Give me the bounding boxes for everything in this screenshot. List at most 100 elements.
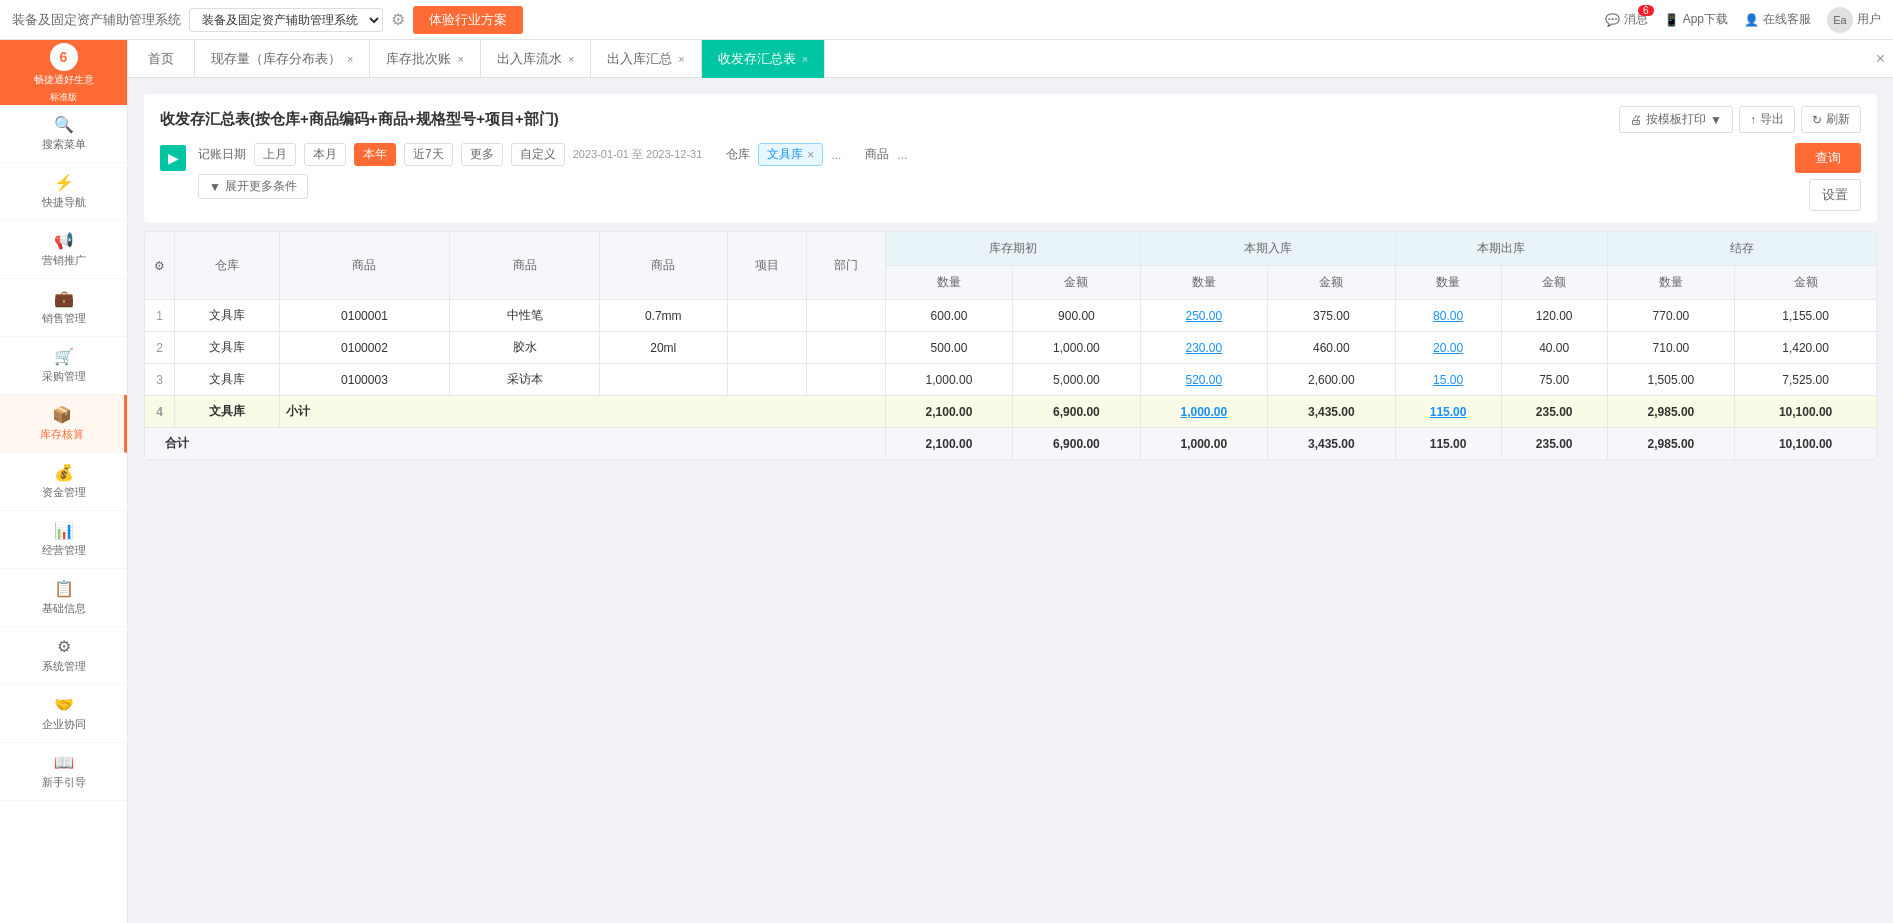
sidebar-item-quicknav[interactable]: ⚡ 快捷导航 [0, 163, 127, 221]
sidebar-item-system[interactable]: ⚙ 系统管理 [0, 627, 127, 685]
message-icon-item[interactable]: 💬 消息 6 [1605, 11, 1648, 28]
chart-icon: 📊 [54, 521, 74, 540]
sidebar-item-search[interactable]: 🔍 搜索菜单 [0, 105, 127, 163]
row-out-amt: 40.00 [1501, 332, 1607, 364]
tab-close-icon[interactable]: × [568, 53, 574, 65]
sidebar-item-finance[interactable]: 💰 资金管理 [0, 453, 127, 511]
row-dept [806, 332, 885, 364]
sidebar-item-enterprise[interactable]: 🤝 企业协同 [0, 685, 127, 743]
filter-collapse-button[interactable]: ▶ [160, 145, 186, 171]
row-warehouse: 文具库 [175, 364, 280, 396]
tab-label: 现存量（库存分布表） [211, 50, 341, 68]
row-warehouse: 文具库 [175, 300, 280, 332]
tab-close-icon[interactable]: × [347, 53, 353, 65]
top-bar: 装备及固定资产辅助管理系统 装备及固定资产辅助管理系统 ⚙ 体验行业方案 💬 消… [0, 0, 1893, 40]
logo-number: 6 [60, 49, 68, 65]
row-out-qty[interactable]: 80.00 [1395, 300, 1501, 332]
data-table: ⚙ 仓库 商品 商品 商品 项目 部门 库存期初 本期入库 本期出库 结存 [144, 231, 1877, 460]
row-in-qty[interactable]: 230.00 [1140, 332, 1267, 364]
date-btn-last-month[interactable]: 上月 [254, 143, 296, 166]
th-settings[interactable]: ⚙ [145, 232, 175, 300]
settings-gear-icon[interactable]: ⚙ [391, 10, 405, 29]
settings-button[interactable]: 设置 [1809, 179, 1861, 211]
tab-bar-close-icon[interactable]: × [1876, 50, 1893, 68]
tab-close-icon[interactable]: × [678, 53, 684, 65]
logo-icon: 6 [50, 43, 78, 71]
total-out-qty: 115.00 [1395, 428, 1501, 460]
th-close-amt: 金额 [1735, 266, 1877, 300]
row-in-amt: 2,600.00 [1268, 364, 1395, 396]
date-btn-custom[interactable]: 自定义 [511, 143, 565, 166]
expand-conditions-button[interactable]: ▼ 展开更多条件 [198, 174, 308, 199]
trial-button[interactable]: 体验行业方案 [413, 6, 523, 34]
sidebar-item-purchase[interactable]: 🛒 采购管理 [0, 337, 127, 395]
tab-close-icon[interactable]: × [802, 53, 808, 65]
filter-row-2: ▼ 展开更多条件 [198, 174, 1783, 199]
row-num: 2 [145, 332, 175, 364]
row-close-qty: 1,505.00 [1607, 364, 1734, 396]
tab-label: 首页 [148, 50, 174, 68]
date-btn-this-year[interactable]: 本年 [354, 143, 396, 166]
sub-out-qty: 115.00 [1395, 396, 1501, 428]
tab-close-icon[interactable]: × [457, 53, 463, 65]
row-out-qty[interactable]: 20.00 [1395, 332, 1501, 364]
goods-more-btn[interactable]: ... [897, 148, 907, 162]
app-download-item[interactable]: 📱 App下载 [1664, 11, 1728, 28]
tab-flow[interactable]: 出入库流水 × [481, 40, 591, 78]
sidebar-item-sales[interactable]: 💼 销售管理 [0, 279, 127, 337]
app-wrapper: 装备及固定资产辅助管理系统 装备及固定资产辅助管理系统 ⚙ 体验行业方案 💬 消… [0, 0, 1893, 923]
tab-inout-summary[interactable]: 出入库汇总 × [591, 40, 701, 78]
tab-bar: 首页 现存量（库存分布表） × 库存批次账 × 出入库流水 × 出入库汇总 × [128, 40, 1893, 78]
row-out-qty[interactable]: 15.00 [1395, 364, 1501, 396]
total-close-amt: 10,100.00 [1735, 428, 1877, 460]
user-item[interactable]: Ea 用户 [1827, 7, 1881, 33]
row-open-qty: 600.00 [885, 300, 1012, 332]
table-row: 1 文具库 0100001 中性笔 0.7mm 600.00 900.00 25… [145, 300, 1877, 332]
briefcase-icon: 💼 [54, 289, 74, 308]
tab-home[interactable]: 首页 [128, 40, 195, 78]
row-close-amt: 1,155.00 [1735, 300, 1877, 332]
system-select[interactable]: 装备及固定资产辅助管理系统 [189, 8, 383, 32]
tab-recv-summary[interactable]: 收发存汇总表 × [702, 40, 825, 78]
filter-row-1: ▶ 记账日期 上月 本月 本年 近7天 更多 自定义 2023-01-01 至 … [160, 143, 1861, 211]
sidebar-item-inventory[interactable]: 📦 库存核算 [0, 395, 127, 453]
row-open-qty: 1,000.00 [885, 364, 1012, 396]
money-icon: 💰 [54, 463, 74, 482]
sidebar-item-operations[interactable]: 📊 经营管理 [0, 511, 127, 569]
row-code: 0100002 [279, 332, 450, 364]
query-button[interactable]: 查询 [1795, 143, 1861, 173]
table-row: 3 文具库 0100003 采访本 1,000.00 5,000.00 520.… [145, 364, 1877, 396]
print-button[interactable]: 🖨 按模板打印 ▼ [1619, 106, 1733, 133]
row-name: 中性笔 [450, 300, 599, 332]
warehouse-more-btn[interactable]: ... [831, 148, 841, 162]
table-row: 2 文具库 0100002 胶水 20ml 500.00 1,000.00 23… [145, 332, 1877, 364]
message-icon: 💬 [1605, 13, 1620, 27]
row-code: 0100003 [279, 364, 450, 396]
row-in-qty[interactable]: 250.00 [1140, 300, 1267, 332]
sidebar-logo: 6 畅捷通好生意 [0, 40, 127, 90]
warehouse-tag-remove[interactable]: × [807, 148, 814, 162]
filter-container: 收发存汇总表(按仓库+商品编码+商品+规格型号+项目+部门) 🖨 按模板打印 ▼… [144, 94, 1877, 223]
sidebar-item-baseinfo[interactable]: 📋 基础信息 [0, 569, 127, 627]
row-in-qty[interactable]: 520.00 [1140, 364, 1267, 396]
tab-batch[interactable]: 库存批次账 × [370, 40, 480, 78]
settings-table-icon: ⚙ [154, 259, 165, 273]
row-out-amt: 120.00 [1501, 300, 1607, 332]
sidebar-item-guide[interactable]: 📖 新手引导 [0, 743, 127, 801]
row-close-amt: 7,525.00 [1735, 364, 1877, 396]
sidebar-item-label: 资金管理 [42, 485, 86, 500]
online-service-item[interactable]: 👤 在线客服 [1744, 11, 1811, 28]
date-btn-7days[interactable]: 近7天 [404, 143, 453, 166]
sub-num: 4 [145, 396, 175, 428]
date-btn-this-month[interactable]: 本月 [304, 143, 346, 166]
tab-inventory-dist[interactable]: 现存量（库存分布表） × [195, 40, 370, 78]
warehouse-filter-tag[interactable]: 文具库 × [758, 143, 823, 166]
page-content: 收发存汇总表(按仓库+商品编码+商品+规格型号+项目+部门) 🖨 按模板打印 ▼… [128, 78, 1893, 923]
export-button[interactable]: ↑ 导出 [1739, 106, 1795, 133]
sub-out-amt: 235.00 [1501, 396, 1607, 428]
date-btn-more[interactable]: 更多 [461, 143, 503, 166]
total-open-qty: 2,100.00 [885, 428, 1012, 460]
refresh-button[interactable]: ↻ 刷新 [1801, 106, 1861, 133]
th-warehouse: 仓库 [175, 232, 280, 300]
sidebar-item-marketing[interactable]: 📢 营销推广 [0, 221, 127, 279]
